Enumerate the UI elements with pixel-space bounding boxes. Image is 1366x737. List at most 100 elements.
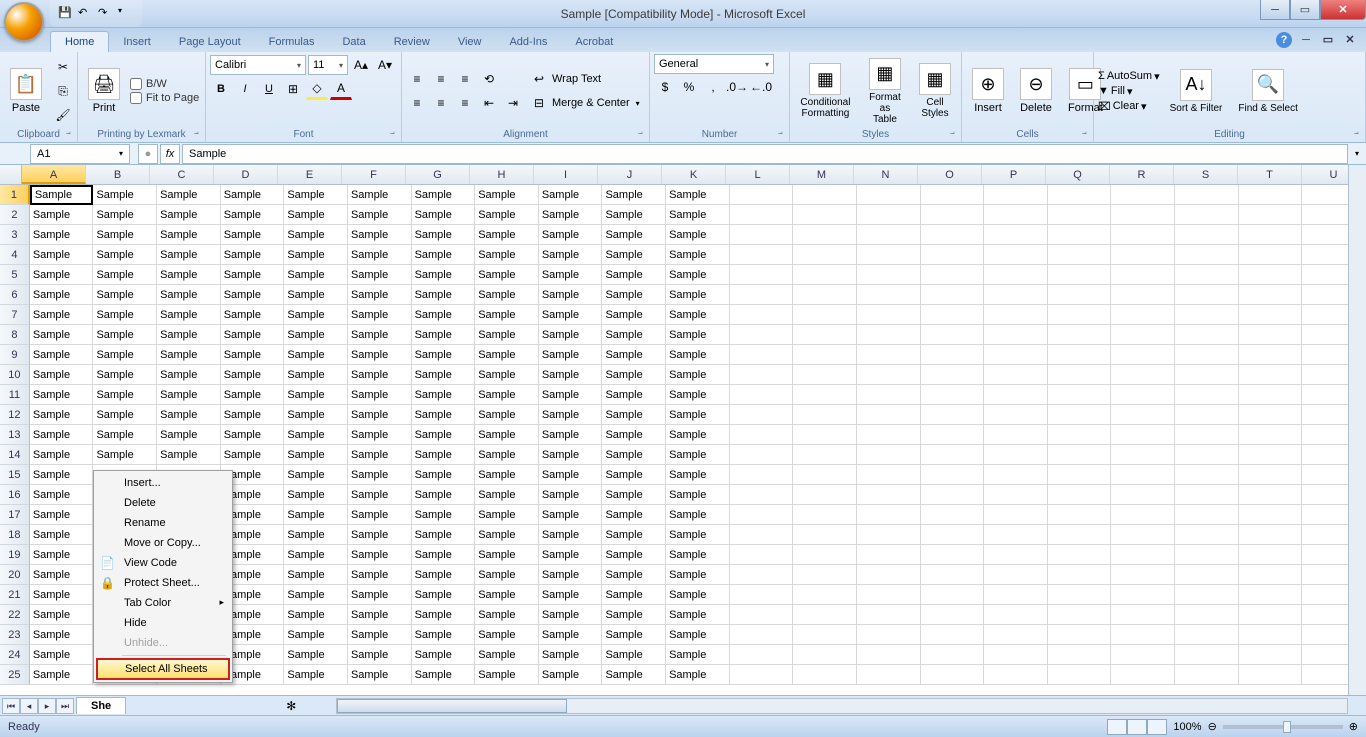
cell[interactable]: [921, 645, 985, 665]
orientation-icon[interactable]: ⟲: [478, 68, 500, 90]
cell[interactable]: Sample: [93, 345, 157, 365]
column-header[interactable]: K: [662, 165, 726, 184]
menu-rename[interactable]: Rename: [96, 513, 230, 533]
cell[interactable]: Sample: [602, 425, 666, 445]
cell[interactable]: [984, 485, 1048, 505]
sheet-tab[interactable]: She: [76, 697, 126, 714]
cell[interactable]: [1175, 505, 1239, 525]
help-icon[interactable]: ?: [1276, 32, 1292, 48]
cell[interactable]: Sample: [157, 425, 221, 445]
cell[interactable]: Sample: [539, 185, 603, 205]
decrease-font-icon[interactable]: A▾: [374, 54, 396, 76]
cell[interactable]: [1048, 525, 1112, 545]
cell[interactable]: [730, 525, 794, 545]
cell[interactable]: Sample: [602, 605, 666, 625]
cell[interactable]: [1048, 185, 1112, 205]
cell[interactable]: Sample: [157, 305, 221, 325]
cell[interactable]: [1239, 205, 1303, 225]
column-header[interactable]: Q: [1046, 165, 1110, 184]
cell[interactable]: Sample: [475, 565, 539, 585]
cell[interactable]: [921, 425, 985, 445]
cell[interactable]: [1175, 545, 1239, 565]
cell[interactable]: Sample: [602, 325, 666, 345]
cell[interactable]: Sample: [412, 665, 476, 685]
cell[interactable]: [730, 465, 794, 485]
cell[interactable]: Sample: [412, 365, 476, 385]
cell[interactable]: Sample: [348, 345, 412, 365]
cell[interactable]: [857, 625, 921, 645]
cell[interactable]: Sample: [93, 225, 157, 245]
cell[interactable]: [1111, 585, 1175, 605]
cell[interactable]: Sample: [602, 485, 666, 505]
cell[interactable]: Sample: [221, 445, 285, 465]
row-header[interactable]: 1: [0, 185, 30, 205]
cell[interactable]: Sample: [348, 325, 412, 345]
cell[interactable]: Sample: [93, 245, 157, 265]
cell[interactable]: [921, 445, 985, 465]
cell[interactable]: [730, 585, 794, 605]
cell[interactable]: [1175, 585, 1239, 605]
cell[interactable]: Sample: [539, 225, 603, 245]
cell[interactable]: Sample: [666, 185, 730, 205]
cell[interactable]: Sample: [539, 405, 603, 425]
cell[interactable]: [1111, 465, 1175, 485]
cell[interactable]: [1048, 585, 1112, 605]
cell[interactable]: [793, 605, 857, 625]
column-header[interactable]: G: [406, 165, 470, 184]
row-header[interactable]: 12: [0, 405, 30, 425]
cell[interactable]: Sample: [30, 465, 94, 485]
cell[interactable]: [1239, 225, 1303, 245]
cell[interactable]: [984, 225, 1048, 245]
cell[interactable]: [921, 405, 985, 425]
font-name-combo[interactable]: Calibri▾: [210, 55, 306, 75]
cell[interactable]: [1111, 185, 1175, 205]
cell[interactable]: [1111, 505, 1175, 525]
cell[interactable]: [857, 385, 921, 405]
cell[interactable]: Sample: [221, 205, 285, 225]
cell[interactable]: [1175, 285, 1239, 305]
cell[interactable]: Sample: [30, 245, 94, 265]
cell[interactable]: Sample: [475, 585, 539, 605]
cell[interactable]: [857, 245, 921, 265]
cell[interactable]: Sample: [412, 485, 476, 505]
cell[interactable]: [1239, 325, 1303, 345]
cell[interactable]: [730, 325, 794, 345]
menu-protect-sheet[interactable]: 🔒Protect Sheet...: [96, 573, 230, 593]
cell[interactable]: Sample: [157, 205, 221, 225]
cell[interactable]: [730, 305, 794, 325]
cell[interactable]: [1239, 505, 1303, 525]
align-top-icon[interactable]: ≡: [406, 68, 428, 90]
bw-checkbox[interactable]: B/W: [130, 78, 199, 90]
cell[interactable]: [857, 585, 921, 605]
cell[interactable]: Sample: [666, 585, 730, 605]
cell[interactable]: [1048, 225, 1112, 245]
cell[interactable]: [857, 605, 921, 625]
cell[interactable]: Sample: [475, 225, 539, 245]
undo-icon[interactable]: ↶: [78, 6, 94, 22]
cell[interactable]: [921, 345, 985, 365]
cell[interactable]: Sample: [475, 185, 539, 205]
tab-add-ins[interactable]: Add-Ins: [495, 32, 561, 52]
cell[interactable]: Sample: [539, 305, 603, 325]
cell[interactable]: Sample: [284, 365, 348, 385]
cell[interactable]: [857, 425, 921, 445]
cut-icon[interactable]: ✂: [52, 56, 74, 78]
cell[interactable]: [984, 245, 1048, 265]
cell[interactable]: [793, 565, 857, 585]
cell[interactable]: Sample: [412, 545, 476, 565]
cell[interactable]: [984, 525, 1048, 545]
cell[interactable]: Sample: [539, 525, 603, 545]
column-header[interactable]: F: [342, 165, 406, 184]
format-as-table-button[interactable]: ▦Format as Table: [861, 56, 909, 127]
decrease-decimal-icon[interactable]: ←.0: [750, 76, 772, 98]
cell[interactable]: [730, 205, 794, 225]
cell[interactable]: [1111, 525, 1175, 545]
column-header[interactable]: J: [598, 165, 662, 184]
cell[interactable]: Sample: [475, 345, 539, 365]
cell[interactable]: [1048, 625, 1112, 645]
fit-to-page-checkbox[interactable]: Fit to Page: [130, 92, 199, 104]
cell[interactable]: [1239, 425, 1303, 445]
first-sheet-icon[interactable]: ⏮: [2, 698, 20, 714]
cell[interactable]: [793, 265, 857, 285]
cell[interactable]: Sample: [221, 325, 285, 345]
